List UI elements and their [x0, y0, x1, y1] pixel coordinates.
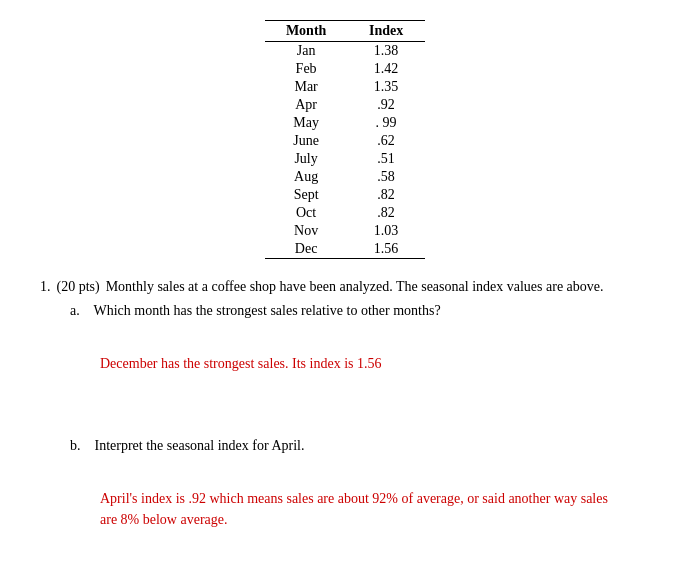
month-cell: Dec — [265, 240, 348, 259]
data-table-container: Month Index Jan1.38Feb1.42Mar1.35Apr.92M… — [40, 20, 649, 259]
answer-b: April's index is .92 which means sales a… — [100, 488, 620, 530]
index-cell: . 99 — [348, 114, 425, 132]
sub-b-label: b. — [70, 438, 81, 453]
index-cell: .58 — [348, 168, 425, 186]
index-cell: 1.38 — [348, 42, 425, 61]
sub-a-label: a. — [70, 303, 80, 318]
question-text: Monthly sales at a coffee shop have been… — [106, 279, 604, 295]
month-cell: Nov — [265, 222, 348, 240]
question-section: 1. (20 pts) Monthly sales at a coffee sh… — [40, 279, 649, 530]
sub-b-text: Interpret the seasonal index for April. — [95, 438, 305, 453]
index-cell: 1.03 — [348, 222, 425, 240]
index-cell: 1.42 — [348, 60, 425, 78]
index-header: Index — [348, 21, 425, 42]
month-header: Month — [265, 21, 348, 42]
month-cell: June — [265, 132, 348, 150]
sub-a-text: Which month has the strongest sales rela… — [93, 303, 440, 318]
answer-a: December has the strongest sales. Its in… — [100, 353, 649, 374]
index-cell: .92 — [348, 96, 425, 114]
month-cell: Oct — [265, 204, 348, 222]
question-number: 1. — [40, 279, 51, 295]
sub-question-a: a. Which month has the strongest sales r… — [70, 303, 649, 319]
month-cell: Apr — [265, 96, 348, 114]
sub-question-b: b. Interpret the seasonal index for Apri… — [70, 438, 649, 454]
index-cell: .51 — [348, 150, 425, 168]
month-cell: Sept — [265, 186, 348, 204]
month-cell: Aug — [265, 168, 348, 186]
seasonal-index-table: Month Index Jan1.38Feb1.42Mar1.35Apr.92M… — [265, 20, 425, 259]
month-cell: Feb — [265, 60, 348, 78]
month-cell: May — [265, 114, 348, 132]
month-cell: Mar — [265, 78, 348, 96]
index-cell: .82 — [348, 186, 425, 204]
question-points: (20 pts) — [57, 279, 100, 295]
month-cell: July — [265, 150, 348, 168]
index-cell: .82 — [348, 204, 425, 222]
index-cell: 1.56 — [348, 240, 425, 259]
month-cell: Jan — [265, 42, 348, 61]
index-cell: .62 — [348, 132, 425, 150]
index-cell: 1.35 — [348, 78, 425, 96]
question-line: 1. (20 pts) Monthly sales at a coffee sh… — [40, 279, 649, 295]
